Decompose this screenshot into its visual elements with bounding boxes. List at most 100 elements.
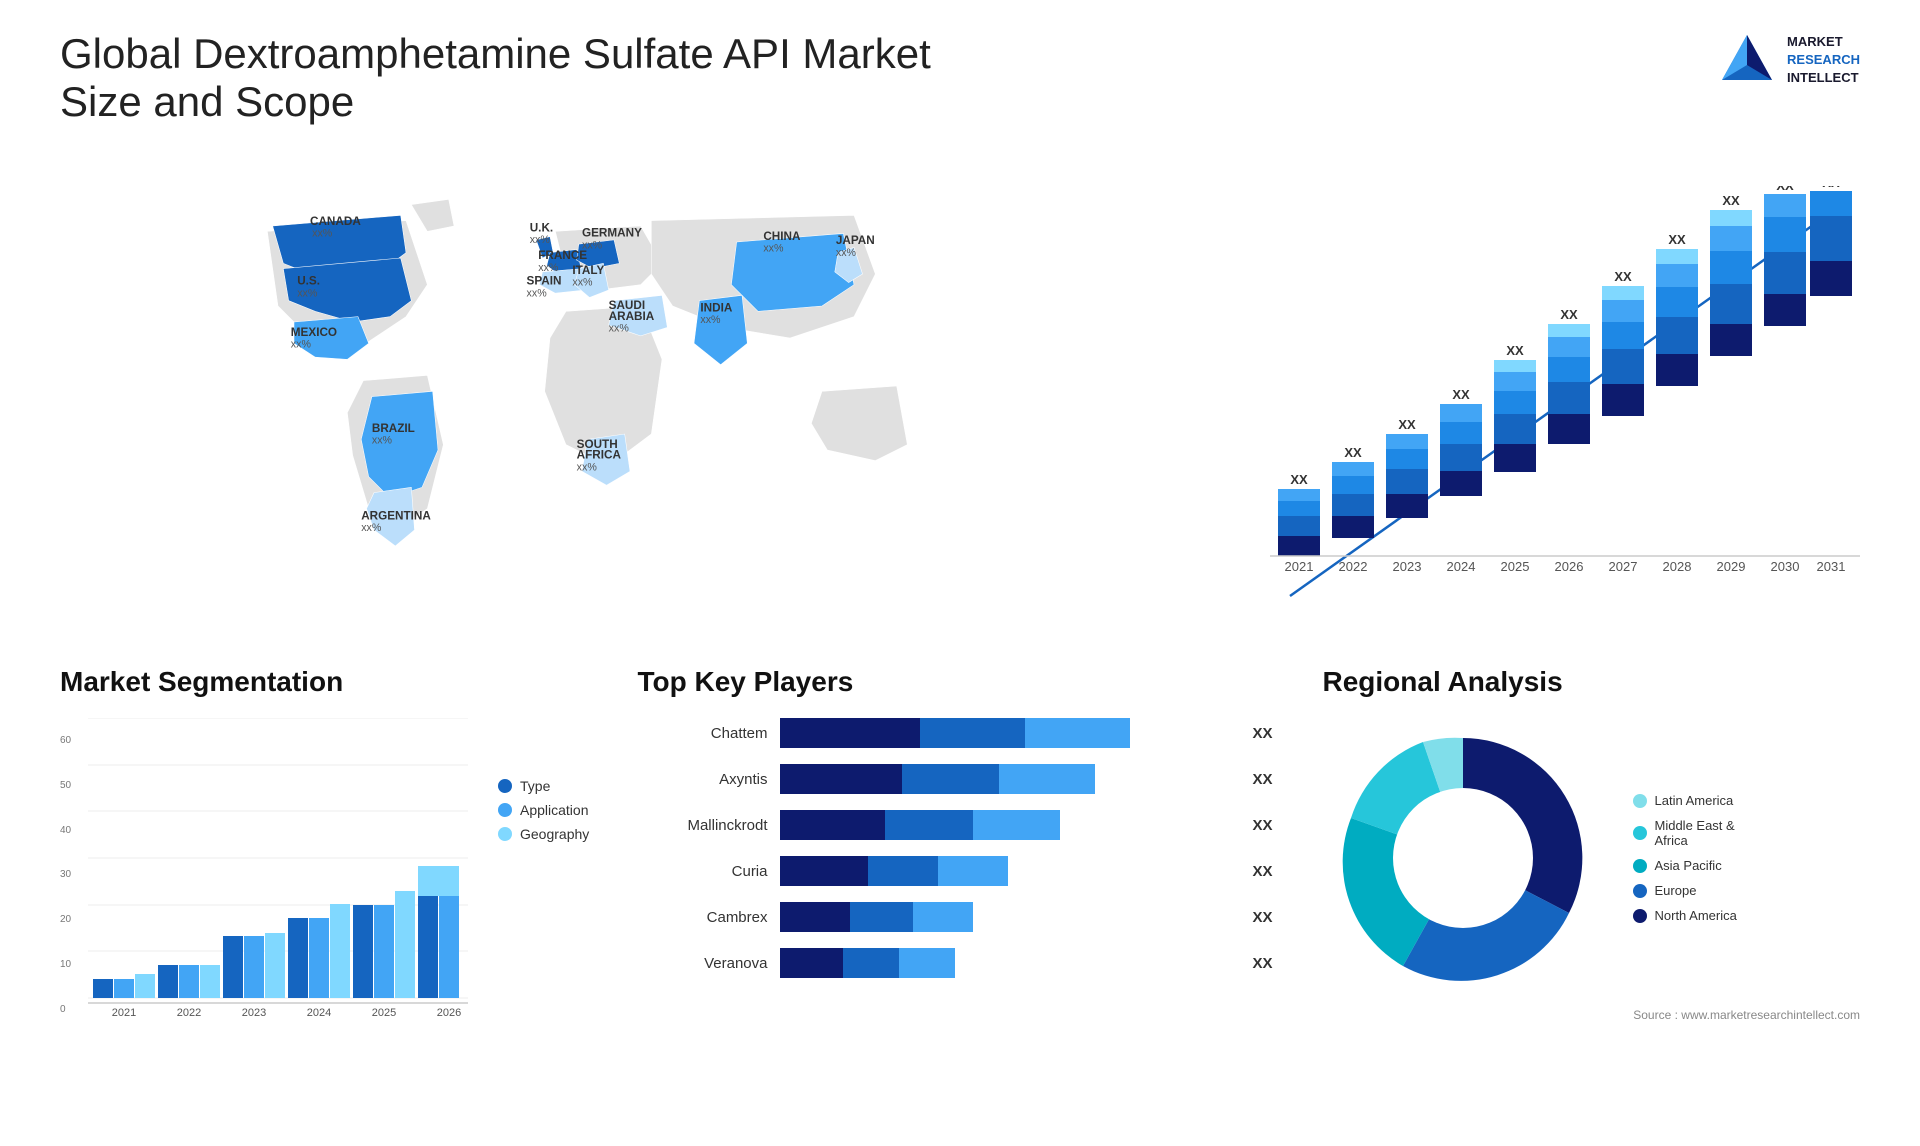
svg-text:SPAIN: SPAIN: [527, 275, 562, 288]
kp-row-mallinckrodt: Mallinckrodt XX: [638, 810, 1283, 840]
svg-text:xx%: xx%: [538, 262, 559, 274]
svg-text:2021: 2021: [1285, 559, 1314, 574]
kp-bar-axyntis: XX: [780, 764, 1283, 794]
svg-text:xx%: xx%: [582, 239, 603, 251]
svg-text:ITALY: ITALY: [572, 264, 604, 277]
kp-row-axyntis: Axyntis XX: [638, 764, 1283, 794]
svg-text:2024: 2024: [1447, 559, 1476, 574]
svg-text:XX: XX: [1398, 417, 1416, 432]
reg-label-europe: Europe: [1655, 883, 1697, 898]
logo-icon: [1717, 30, 1777, 90]
svg-text:xx%: xx%: [291, 339, 312, 351]
page-container: Global Dextroamphetamine Sulfate API Mar…: [0, 0, 1920, 1146]
reg-label-mea: Middle East &Africa: [1655, 818, 1735, 848]
kp-bar-bg-mallinckrodt: [780, 810, 1245, 840]
key-players-section: Top Key Players Chattem XX Axyntis: [638, 666, 1283, 1043]
segmentation-section: Market Segmentation 0 10 20 30 40 50 60: [60, 666, 598, 1043]
legend-geography: Geography: [498, 826, 589, 842]
reg-legend-europe: Europe: [1633, 883, 1737, 898]
reg-label-na: North America: [1655, 908, 1737, 923]
kp-name-mallinckrodt: Mallinckrodt: [638, 817, 768, 834]
legend-type: Type: [498, 778, 589, 794]
kp-bar-curia: XX: [780, 856, 1283, 886]
kp-name-chattem: Chattem: [638, 725, 768, 742]
regional-legend: Latin America Middle East &Africa Asia P…: [1633, 793, 1737, 923]
legend-geography-label: Geography: [520, 826, 589, 842]
svg-text:2023: 2023: [1393, 559, 1422, 574]
bar-chart-svg: XX 2021 XX 2022 XX 2023: [1240, 186, 1860, 626]
reg-label-latin: Latin America: [1655, 793, 1734, 808]
kp-bar-veranova: XX: [780, 948, 1283, 978]
kp-row-chattem: Chattem XX: [638, 718, 1283, 748]
svg-text:XX: XX: [1344, 445, 1362, 460]
reg-dot-mea: [1633, 826, 1647, 840]
svg-text:XX: XX: [1722, 193, 1740, 208]
kp-bar-bg-curia: [780, 856, 1245, 886]
header: Global Dextroamphetamine Sulfate API Mar…: [60, 30, 1860, 126]
reg-label-apac: Asia Pacific: [1655, 858, 1722, 873]
reg-legend-na: North America: [1633, 908, 1737, 923]
svg-text:XX: XX: [1614, 269, 1632, 284]
reg-dot-europe: [1633, 884, 1647, 898]
reg-dot-latin: [1633, 794, 1647, 808]
svg-text:CHINA: CHINA: [763, 230, 801, 243]
svg-text:XX: XX: [1560, 307, 1578, 322]
seg-y-axis: 0 10 20 30 40 50 60: [60, 735, 71, 1015]
svg-text:MEXICO: MEXICO: [291, 326, 337, 339]
seg-chart-svg: 2021 2022 2023: [88, 718, 468, 1038]
kp-bar-mallinckrodt: XX: [780, 810, 1283, 840]
bar-chart-wrapper: XX 2021 XX 2022 XX 2023: [1240, 146, 1860, 626]
kp-table: Chattem XX Axyntis: [638, 718, 1283, 978]
svg-text:xx%: xx%: [361, 522, 382, 534]
bar-chart-container: XX 2021 XX 2022 XX 2023: [1240, 146, 1860, 626]
legend-type-dot: [498, 779, 512, 793]
svg-text:2031: 2031: [1817, 559, 1846, 574]
svg-text:CANADA: CANADA: [310, 215, 361, 228]
svg-text:U.S.: U.S.: [297, 275, 320, 288]
kp-name-axyntis: Axyntis: [638, 771, 768, 788]
kp-val-mallinckrodt: XX: [1253, 817, 1283, 834]
regional-section: Regional Analysis: [1323, 666, 1861, 1043]
logo-box: MARKET RESEARCH INTELLECT: [1717, 30, 1860, 90]
svg-text:2025: 2025: [372, 1007, 396, 1019]
svg-text:2026: 2026: [1555, 559, 1584, 574]
legend-geography-dot: [498, 827, 512, 841]
svg-text:2025: 2025: [1501, 559, 1530, 574]
svg-text:XX: XX: [1668, 232, 1686, 247]
kp-val-curia: XX: [1253, 863, 1283, 880]
map-container: CANADA xx% U.S. xx% MEXICO xx% BRAZIL xx…: [60, 146, 1200, 626]
svg-text:FRANCE: FRANCE: [538, 249, 587, 262]
svg-text:INDIA: INDIA: [700, 301, 732, 314]
svg-text:2022: 2022: [1339, 559, 1368, 574]
segmentation-title: Market Segmentation: [60, 666, 598, 698]
svg-text:ARGENTINA: ARGENTINA: [361, 509, 431, 522]
legend-application-dot: [498, 803, 512, 817]
svg-text:xx%: xx%: [312, 228, 333, 240]
svg-text:XX: XX: [1822, 186, 1840, 190]
svg-text:2028: 2028: [1663, 559, 1692, 574]
kp-row-veranova: Veranova XX: [638, 948, 1283, 978]
kp-bar-bg-chattem: [780, 718, 1245, 748]
reg-dot-na: [1633, 909, 1647, 923]
kp-bar-cambrex: XX: [780, 902, 1283, 932]
regional-title: Regional Analysis: [1323, 666, 1861, 698]
top-section: CANADA xx% U.S. xx% MEXICO xx% BRAZIL xx…: [60, 146, 1860, 626]
page-title: Global Dextroamphetamine Sulfate API Mar…: [60, 30, 960, 126]
kp-row-cambrex: Cambrex XX: [638, 902, 1283, 932]
donut-chart: [1323, 718, 1603, 998]
svg-text:xx%: xx%: [763, 243, 784, 255]
seg-chart-wrapper: 0 10 20 30 40 50 60: [60, 718, 468, 1043]
svg-text:xx%: xx%: [577, 461, 598, 473]
svg-text:2027: 2027: [1609, 559, 1638, 574]
svg-text:AFRICA: AFRICA: [577, 449, 622, 462]
svg-text:2029: 2029: [1717, 559, 1746, 574]
reg-dot-apac: [1633, 859, 1647, 873]
legend-application-label: Application: [520, 802, 589, 818]
svg-text:2021: 2021: [112, 1007, 136, 1019]
source-text: Source : www.marketresearchintellect.com: [1323, 1008, 1861, 1022]
kp-val-cambrex: XX: [1253, 909, 1283, 926]
reg-legend-mea: Middle East &Africa: [1633, 818, 1737, 848]
svg-text:XX: XX: [1290, 472, 1308, 487]
svg-text:2026: 2026: [437, 1007, 461, 1019]
svg-text:2024: 2024: [307, 1007, 331, 1019]
